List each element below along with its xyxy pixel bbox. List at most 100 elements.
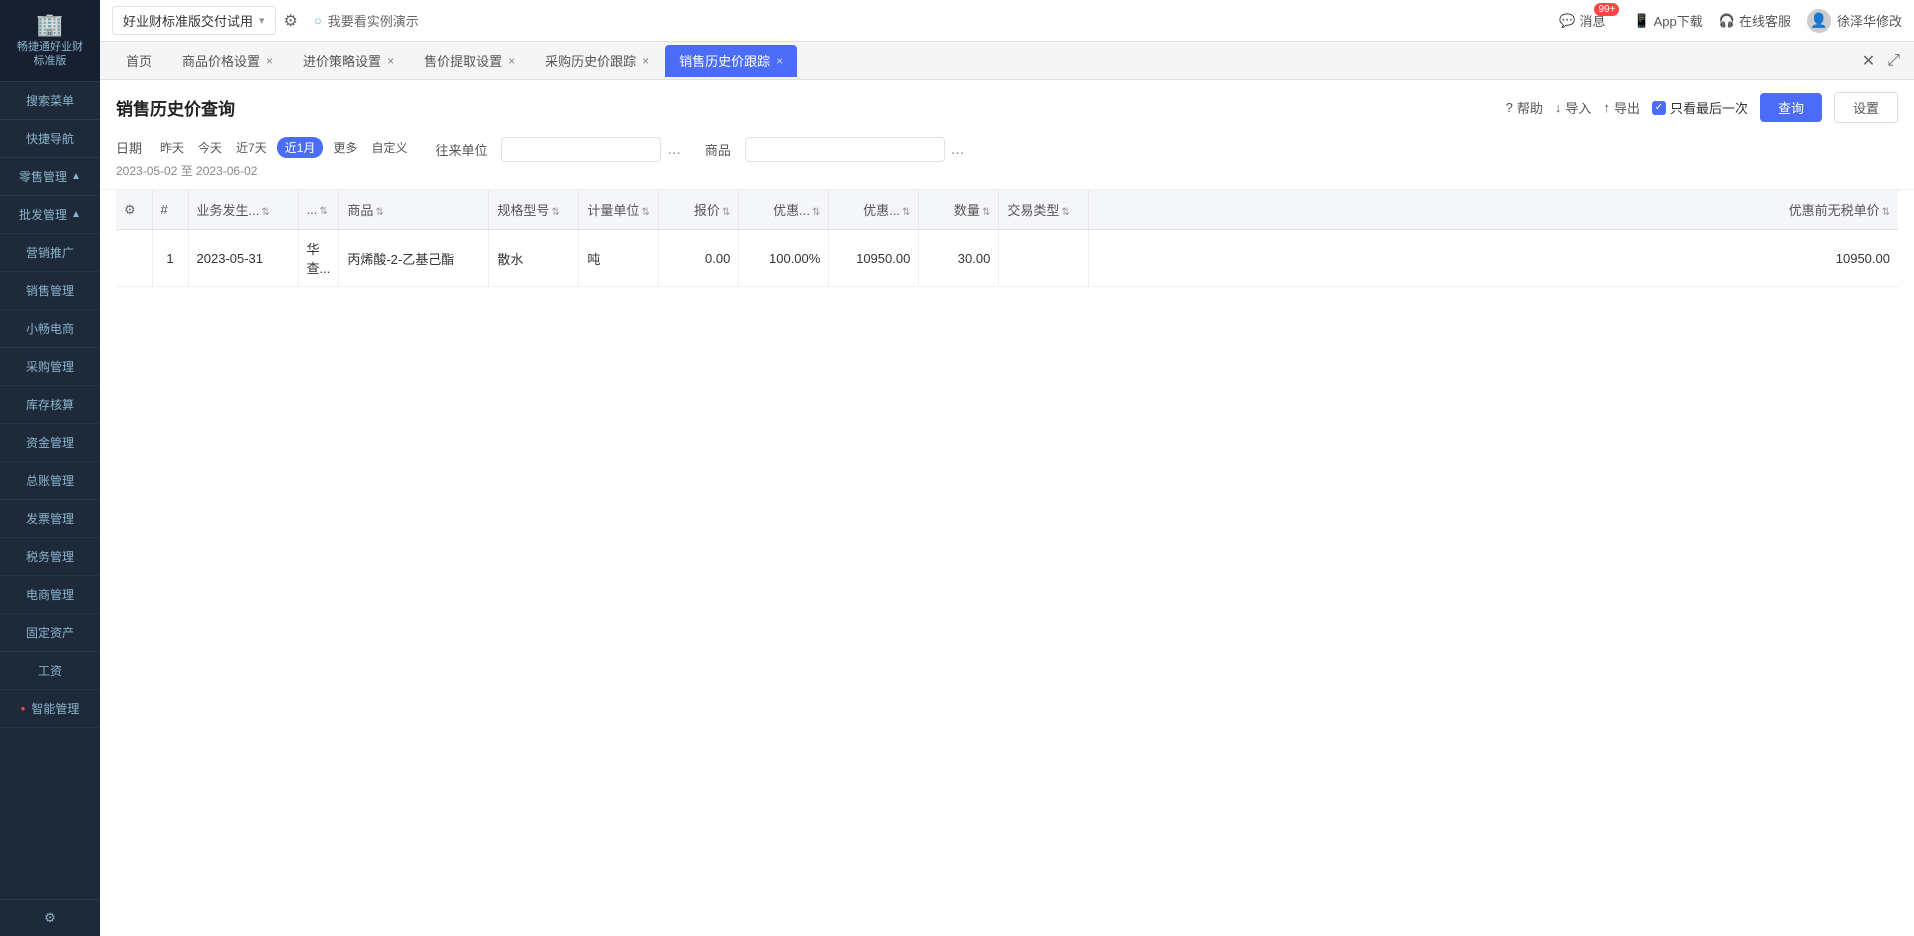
- chevron-down-icon: ▾: [259, 14, 265, 27]
- sidebar-nav-item[interactable]: 快捷导航: [0, 120, 100, 158]
- goods-input[interactable]: [745, 137, 945, 162]
- col-notax[interactable]: 优惠前无税单价⇅: [1089, 190, 1898, 230]
- col-biz[interactable]: ...⇅: [298, 190, 339, 230]
- date-yesterday-btn[interactable]: 昨天: [156, 137, 188, 158]
- source-dots-button[interactable]: ...: [667, 141, 680, 159]
- col-qty[interactable]: 数量⇅: [919, 190, 999, 230]
- sidebar-item-smart[interactable]: ● 智能管理: [0, 690, 100, 728]
- close-icon[interactable]: ×: [776, 54, 783, 68]
- tab-sales-hist-label: 销售历史价跟踪: [679, 51, 770, 70]
- demo-button[interactable]: ○ 我要看实例演示: [314, 11, 419, 30]
- col-unit[interactable]: 计量单位⇅: [579, 190, 659, 230]
- sidebar-item-purchase[interactable]: 采购管理: [0, 348, 100, 386]
- date-custom-btn[interactable]: 自定义: [367, 137, 411, 158]
- tab-purchase-hist[interactable]: 采购历史价跟踪 ×: [531, 45, 663, 77]
- settings-icon[interactable]: ⚙: [284, 11, 298, 31]
- close-window-button[interactable]: ✕: [1860, 49, 1877, 73]
- tab-home[interactable]: 首页: [112, 45, 166, 77]
- gear-icon[interactable]: ⚙: [124, 202, 136, 217]
- purchase-label: 采购管理: [26, 358, 74, 375]
- settings-button[interactable]: 设置: [1834, 92, 1898, 123]
- cell-txtype: [999, 230, 1089, 287]
- col-date[interactable]: 业务发生...⇅: [188, 190, 298, 230]
- sidebar-search-item[interactable]: 搜索菜单: [0, 82, 100, 120]
- export-icon: ↑: [1603, 100, 1610, 115]
- cell-notax: 10950.00: [1089, 230, 1898, 287]
- sidebar-item-salary[interactable]: 工资: [0, 652, 100, 690]
- tabbar: 首页 商品价格设置 × 进价策略设置 × 售价提取设置 × 采购历史价跟踪 × …: [100, 42, 1914, 80]
- app-download-button[interactable]: 📱 App下载: [1633, 11, 1702, 30]
- goods-dots-button[interactable]: ...: [951, 141, 964, 159]
- col-gear[interactable]: ⚙: [116, 190, 152, 230]
- col-txtype[interactable]: 交易类型⇅: [999, 190, 1089, 230]
- online-service-button[interactable]: 🎧 在线客服: [1719, 11, 1791, 30]
- edition-selector[interactable]: 好业财标准版交付试用 ▾: [112, 6, 276, 35]
- edition-label: 好业财标准版交付试用: [123, 11, 253, 30]
- sidebar-settings-button[interactable]: ⚙: [0, 899, 100, 936]
- sidebar-item-ecom-small[interactable]: 小畅电商: [0, 310, 100, 348]
- sidebar-item-assets[interactable]: 固定资产: [0, 614, 100, 652]
- message-button[interactable]: 💬 99+ 消息: [1559, 11, 1617, 30]
- close-icon[interactable]: ×: [387, 54, 394, 68]
- app-label: App下载: [1654, 11, 1703, 30]
- export-button[interactable]: ↑ 导出: [1603, 98, 1640, 117]
- date-filter-label: 日期: [116, 138, 142, 157]
- goods-filter-label: 商品: [705, 140, 731, 159]
- source-filter-label: 往来单位: [435, 140, 487, 159]
- cell-num: 1: [152, 230, 188, 287]
- sort-icon: ⇅: [1882, 207, 1890, 218]
- marketing-label: 营销推广: [26, 244, 74, 261]
- inventory-label: 库存核算: [26, 396, 74, 413]
- sidebar-item-tax[interactable]: 税务管理: [0, 538, 100, 576]
- col-price[interactable]: 报价⇅: [659, 190, 739, 230]
- tab-sales-hist[interactable]: 销售历史价跟踪 ×: [665, 45, 797, 77]
- date-range-display: 2023-05-02 至 2023-06-02: [116, 162, 411, 179]
- query-button[interactable]: 查询: [1760, 93, 1822, 122]
- sidebar-item-finance[interactable]: 资金管理: [0, 424, 100, 462]
- topbar-right: 💬 99+ 消息 📱 App下载 🎧 在线客服 👤 徐泽华修改: [1559, 9, 1902, 33]
- col-goods[interactable]: 商品⇅: [339, 190, 489, 230]
- import-icon: ↓: [1555, 100, 1562, 115]
- sidebar-item-retail[interactable]: 零售管理 ▲: [0, 158, 100, 196]
- nav-label: 快捷导航: [26, 132, 74, 146]
- close-icon[interactable]: ×: [266, 54, 273, 68]
- sidebar-item-sales[interactable]: 销售管理: [0, 272, 100, 310]
- maximize-window-button[interactable]: ⤢: [1885, 50, 1902, 72]
- wholesale-label: 批发管理: [19, 206, 67, 223]
- demo-label: 我要看实例演示: [328, 11, 419, 30]
- date-today-btn[interactable]: 今天: [194, 137, 226, 158]
- page-area: 销售历史价查询 ? 帮助 ↓ 导入 ↑ 导出 ✓ 只看最后一次 查: [100, 80, 1914, 936]
- table-row[interactable]: 1 2023-05-31 华查... 丙烯酸-2-乙基己酯 散水 吨 0.00 …: [116, 230, 1898, 287]
- date-last7-btn[interactable]: 近7天: [232, 137, 271, 158]
- sidebar-item-inventory[interactable]: 库存核算: [0, 386, 100, 424]
- col-num: #: [152, 190, 188, 230]
- help-button[interactable]: ? 帮助: [1506, 98, 1543, 117]
- smart-label: 智能管理: [31, 700, 79, 717]
- date-more-btn[interactable]: 更多: [329, 137, 361, 158]
- sort-icon: ⇅: [319, 206, 327, 217]
- import-button[interactable]: ↓ 导入: [1555, 98, 1592, 117]
- tab-price[interactable]: 商品价格设置 ×: [168, 45, 287, 77]
- col-disc1[interactable]: 优惠...⇅: [739, 190, 829, 230]
- message-badge: 99+: [1594, 3, 1619, 16]
- only-last-checkbox[interactable]: ✓ 只看最后一次: [1652, 98, 1748, 117]
- col-spec[interactable]: 规格型号⇅: [489, 190, 579, 230]
- sidebar-item-invoice[interactable]: 发票管理: [0, 500, 100, 538]
- export-label: 导出: [1614, 98, 1640, 117]
- ecom-small-label: 小畅电商: [26, 320, 74, 337]
- source-input[interactable]: [501, 137, 661, 162]
- tab-strategy[interactable]: 进价策略设置 ×: [289, 45, 408, 77]
- col-disc2[interactable]: 优惠...⇅: [829, 190, 919, 230]
- source-filter-group: 往来单位 ...: [435, 137, 680, 162]
- cell-disc2: 10950.00: [829, 230, 919, 287]
- date-last1m-btn[interactable]: 近1月: [277, 137, 324, 158]
- sort-icon: ⇅: [551, 207, 559, 218]
- user-menu-button[interactable]: 👤 徐泽华修改: [1807, 9, 1902, 33]
- sidebar-item-marketing[interactable]: 营销推广: [0, 234, 100, 272]
- sidebar-item-ledger[interactable]: 总账管理: [0, 462, 100, 500]
- close-icon[interactable]: ×: [508, 54, 515, 68]
- sidebar-item-ecom[interactable]: 电商管理: [0, 576, 100, 614]
- close-icon[interactable]: ×: [642, 54, 649, 68]
- tab-extract[interactable]: 售价提取设置 ×: [410, 45, 529, 77]
- sidebar-item-wholesale[interactable]: 批发管理 ▲: [0, 196, 100, 234]
